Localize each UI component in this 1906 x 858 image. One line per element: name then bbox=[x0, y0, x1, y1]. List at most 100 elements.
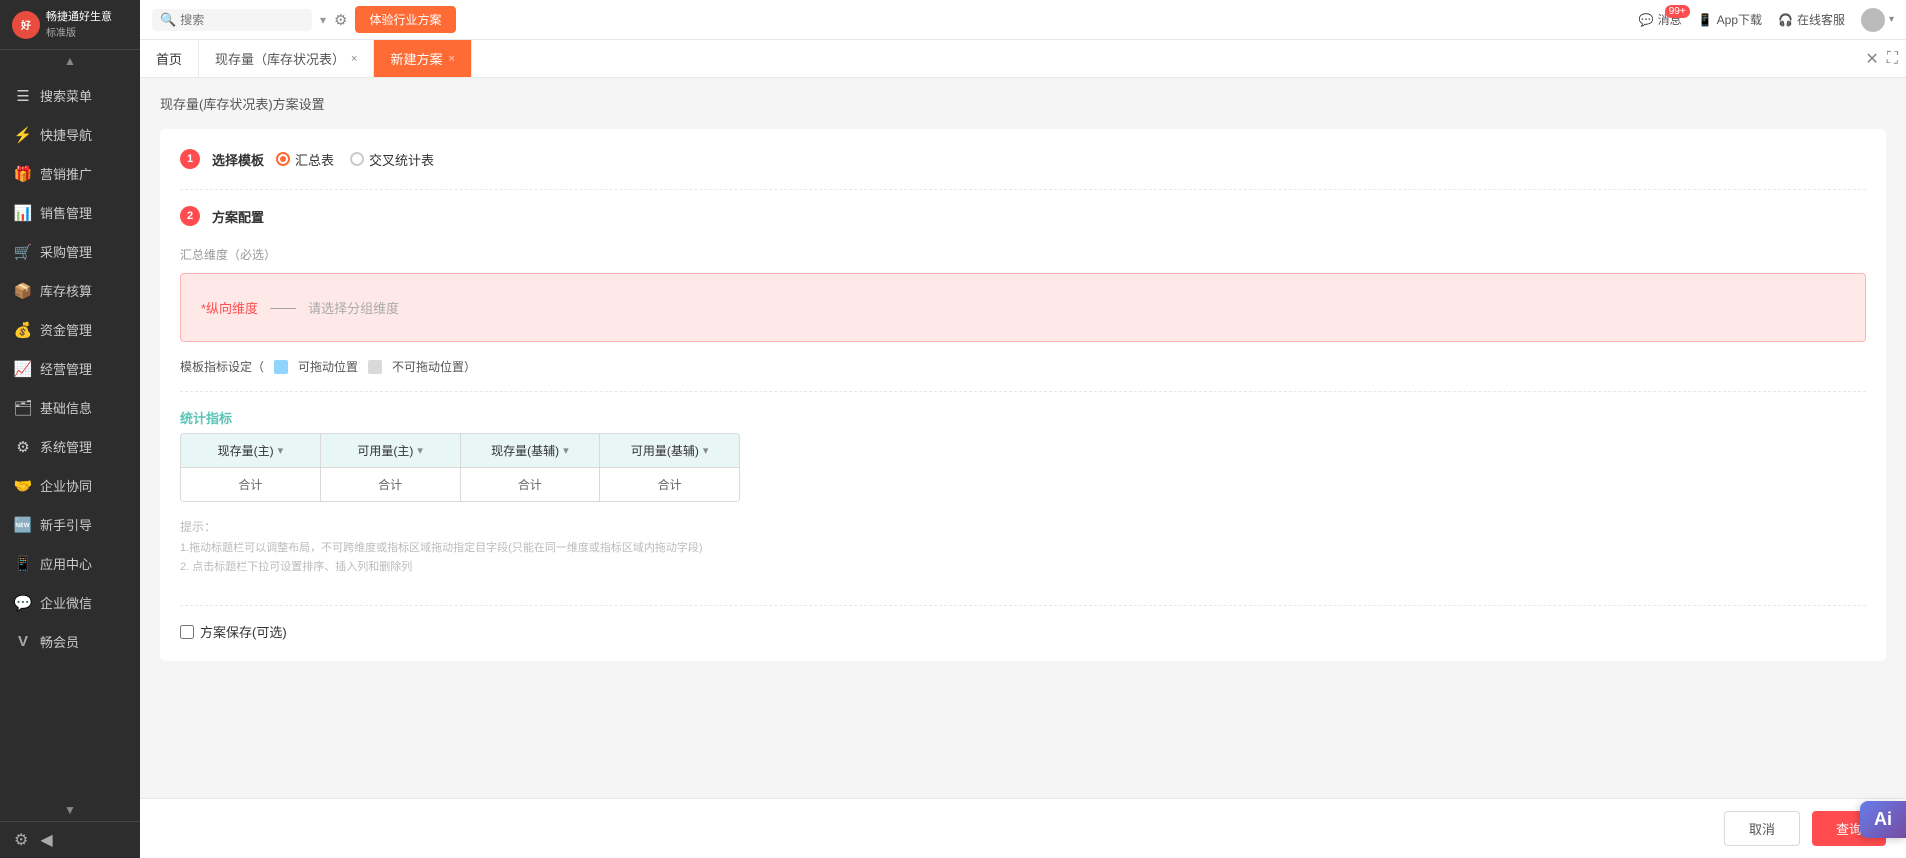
tabs-controls: ✕ ⛶ bbox=[1865, 49, 1906, 69]
sidebar-item-quicknav[interactable]: ⚡ 快捷导航 bbox=[0, 115, 140, 154]
stats-col-2: 现存量(基辅) ▾ 合计 bbox=[461, 434, 601, 501]
baseinfo-icon: 🗂 bbox=[14, 399, 32, 417]
search-menu-icon: ☰ bbox=[14, 87, 32, 105]
sidebar-item-system[interactable]: ⚙ 系统管理 bbox=[0, 427, 140, 466]
message-button[interactable]: 💬 消息 99+ bbox=[1639, 11, 1682, 28]
member-icon: V bbox=[14, 633, 32, 651]
sidebar-item-wechat[interactable]: 💬 企业微信 bbox=[0, 583, 140, 622]
indicator-non-draggable-label: 不可拖动位置） bbox=[392, 358, 476, 375]
sidebar-item-member[interactable]: V 畅会员 bbox=[0, 622, 140, 661]
sidebar-item-sales[interactable]: 📊 销售管理 bbox=[0, 193, 140, 232]
radio-cross[interactable]: 交叉统计表 bbox=[350, 150, 434, 169]
topbar-right: 💬 消息 99+ 📱 App下载 🎧 在线客服 ▾ bbox=[1639, 8, 1894, 32]
radio-cross-label: 交叉统计表 bbox=[369, 150, 434, 169]
trial-industry-button[interactable]: 体验行业方案 bbox=[355, 6, 455, 33]
sidebar-item-label: 新手引导 bbox=[40, 515, 92, 534]
divider-2 bbox=[180, 391, 1866, 392]
tab-inventory-close-icon[interactable]: × bbox=[351, 53, 357, 65]
tab-home[interactable]: 首页 bbox=[140, 40, 199, 77]
marketing-icon: 🎁 bbox=[14, 165, 32, 183]
operations-icon: 📈 bbox=[14, 360, 32, 378]
search-chevron-icon[interactable]: ▾ bbox=[320, 13, 326, 27]
dimension-required-label: *纵向维度 bbox=[201, 298, 258, 317]
system-icon: ⚙ bbox=[14, 438, 32, 456]
search-bar[interactable]: 🔍 bbox=[152, 9, 312, 31]
stats-section-label: 统计指标 bbox=[180, 408, 1866, 427]
stats-col-label-0: 现存量(主) bbox=[218, 442, 274, 459]
sidebar-item-label: 企业协同 bbox=[40, 476, 92, 495]
stats-col-body-1: 合计 bbox=[321, 468, 460, 501]
sidebar-item-search[interactable]: ☰ 搜索菜单 bbox=[0, 76, 140, 115]
stats-table: 现存量(主) ▾ 合计 可用量(主) ▾ 合计 bbox=[180, 433, 740, 502]
sidebar-item-baseinfo[interactable]: 🗂 基础信息 bbox=[0, 388, 140, 427]
app-edition: 标准版 bbox=[46, 24, 112, 39]
search-icon: 🔍 bbox=[160, 12, 176, 28]
search-input[interactable] bbox=[180, 13, 300, 27]
stats-col-chevron-3[interactable]: ▾ bbox=[703, 444, 709, 457]
tips-item-0: 1.拖动标题栏可以调整布局，不可跨维度或指标区域拖动指定目字段(只能在同一维度或… bbox=[180, 539, 1866, 555]
sidebar-item-label: 系统管理 bbox=[40, 437, 92, 456]
wechat-icon: 💬 bbox=[14, 594, 32, 612]
tips-section: 提示： 1.拖动标题栏可以调整布局，不可跨维度或指标区域拖动指定目字段(只能在同… bbox=[180, 518, 1866, 589]
page-title: 现存量(库存状况表)方案设置 bbox=[160, 94, 1886, 113]
stats-col-body-3: 合计 bbox=[600, 468, 739, 501]
tips-text-1: 2. 点击标题栏下拉可设置排序、插入列和删除列 bbox=[180, 558, 412, 574]
draggable-badge bbox=[274, 360, 288, 374]
sidebar-item-label: 基础信息 bbox=[40, 398, 92, 417]
tips-item-1: 2. 点击标题栏下拉可设置排序、插入列和删除列 bbox=[180, 558, 1866, 574]
sidebar-item-collab[interactable]: 🤝 企业协同 bbox=[0, 466, 140, 505]
step1-badge: 1 bbox=[180, 149, 200, 169]
purchase-icon: 🛒 bbox=[14, 243, 32, 261]
message-badge: 99+ bbox=[1665, 5, 1690, 18]
sidebar-item-label: 快捷导航 bbox=[40, 125, 92, 144]
topbar-gear-icon[interactable]: ⚙ bbox=[334, 11, 347, 29]
stats-col-chevron-1[interactable]: ▾ bbox=[417, 444, 423, 457]
radio-summary[interactable]: 汇总表 bbox=[276, 150, 334, 169]
tips-text-0: 1.拖动标题栏可以调整布局，不可跨维度或指标区域拖动指定目字段(只能在同一维度或… bbox=[180, 539, 703, 555]
tab-expand-button[interactable]: ⛶ bbox=[1887, 50, 1898, 68]
tabs-bar: 首页 现存量（库存状况表） × 新建方案 × ✕ ⛶ bbox=[140, 40, 1906, 78]
sidebar-scroll-down[interactable]: ▼ bbox=[0, 799, 140, 821]
stats-col-chevron-2[interactable]: ▾ bbox=[563, 444, 569, 457]
collapse-icon[interactable]: ◀ bbox=[40, 830, 52, 850]
app-download-label: App下载 bbox=[1717, 11, 1762, 28]
sidebar-item-label: 企业微信 bbox=[40, 593, 92, 612]
sidebar-item-inventory[interactable]: 📦 库存核算 bbox=[0, 271, 140, 310]
sidebar-item-purchase[interactable]: 🛒 采购管理 bbox=[0, 232, 140, 271]
save-checkbox[interactable] bbox=[180, 625, 194, 639]
stats-col-label-2: 现存量(基辅) bbox=[491, 442, 559, 459]
tab-inventory[interactable]: 现存量（库存状况表） × bbox=[199, 40, 374, 77]
tab-new-scheme[interactable]: 新建方案 × bbox=[374, 40, 471, 77]
user-avatar-button[interactable]: ▾ bbox=[1861, 8, 1894, 32]
tab-new-scheme-close-icon[interactable]: × bbox=[448, 53, 454, 65]
sidebar-scroll-up[interactable]: ▲ bbox=[0, 50, 140, 72]
sidebar-item-appcenter[interactable]: 📱 应用中心 bbox=[0, 544, 140, 583]
sidebar-item-newuser[interactable]: 🆕 新手引导 bbox=[0, 505, 140, 544]
ai-fab-button[interactable]: Ai bbox=[1860, 801, 1906, 838]
sidebar-item-label: 畅会员 bbox=[40, 632, 79, 651]
collab-icon: 🤝 bbox=[14, 477, 32, 495]
online-service-button[interactable]: 🎧 在线客服 bbox=[1778, 11, 1845, 28]
sidebar-item-marketing[interactable]: 🎁 营销推广 bbox=[0, 154, 140, 193]
divider-3 bbox=[180, 605, 1866, 606]
save-row: 方案保存(可选) bbox=[180, 622, 1866, 641]
sidebar-item-label: 销售管理 bbox=[40, 203, 92, 222]
dimension-box[interactable]: *纵向维度 —— 请选择分组维度 bbox=[180, 273, 1866, 342]
app-download-button[interactable]: 📱 App下载 bbox=[1698, 11, 1762, 28]
settings-icon[interactable]: ⚙ bbox=[14, 830, 28, 850]
stats-col-chevron-0[interactable]: ▾ bbox=[278, 444, 284, 457]
sidebar-item-finance[interactable]: 💰 资金管理 bbox=[0, 310, 140, 349]
sidebar-item-label: 搜索菜单 bbox=[40, 86, 92, 105]
stats-col-header-3: 可用量(基辅) ▾ bbox=[600, 434, 739, 468]
stats-col-3: 可用量(基辅) ▾ 合计 bbox=[600, 434, 739, 501]
newuser-icon: 🆕 bbox=[14, 516, 32, 534]
tab-new-scheme-label: 新建方案 bbox=[390, 49, 442, 68]
sidebar-item-operations[interactable]: 📈 经营管理 bbox=[0, 349, 140, 388]
radio-cross-circle bbox=[350, 152, 364, 166]
dimension-dash: —— bbox=[270, 300, 296, 315]
cancel-button[interactable]: 取消 bbox=[1724, 811, 1800, 846]
stats-col-header-2: 现存量(基辅) ▾ bbox=[461, 434, 600, 468]
quicknav-icon: ⚡ bbox=[14, 126, 32, 144]
step2-row: 2 方案配置 bbox=[180, 206, 1866, 226]
tab-close-button[interactable]: ✕ bbox=[1865, 49, 1878, 69]
